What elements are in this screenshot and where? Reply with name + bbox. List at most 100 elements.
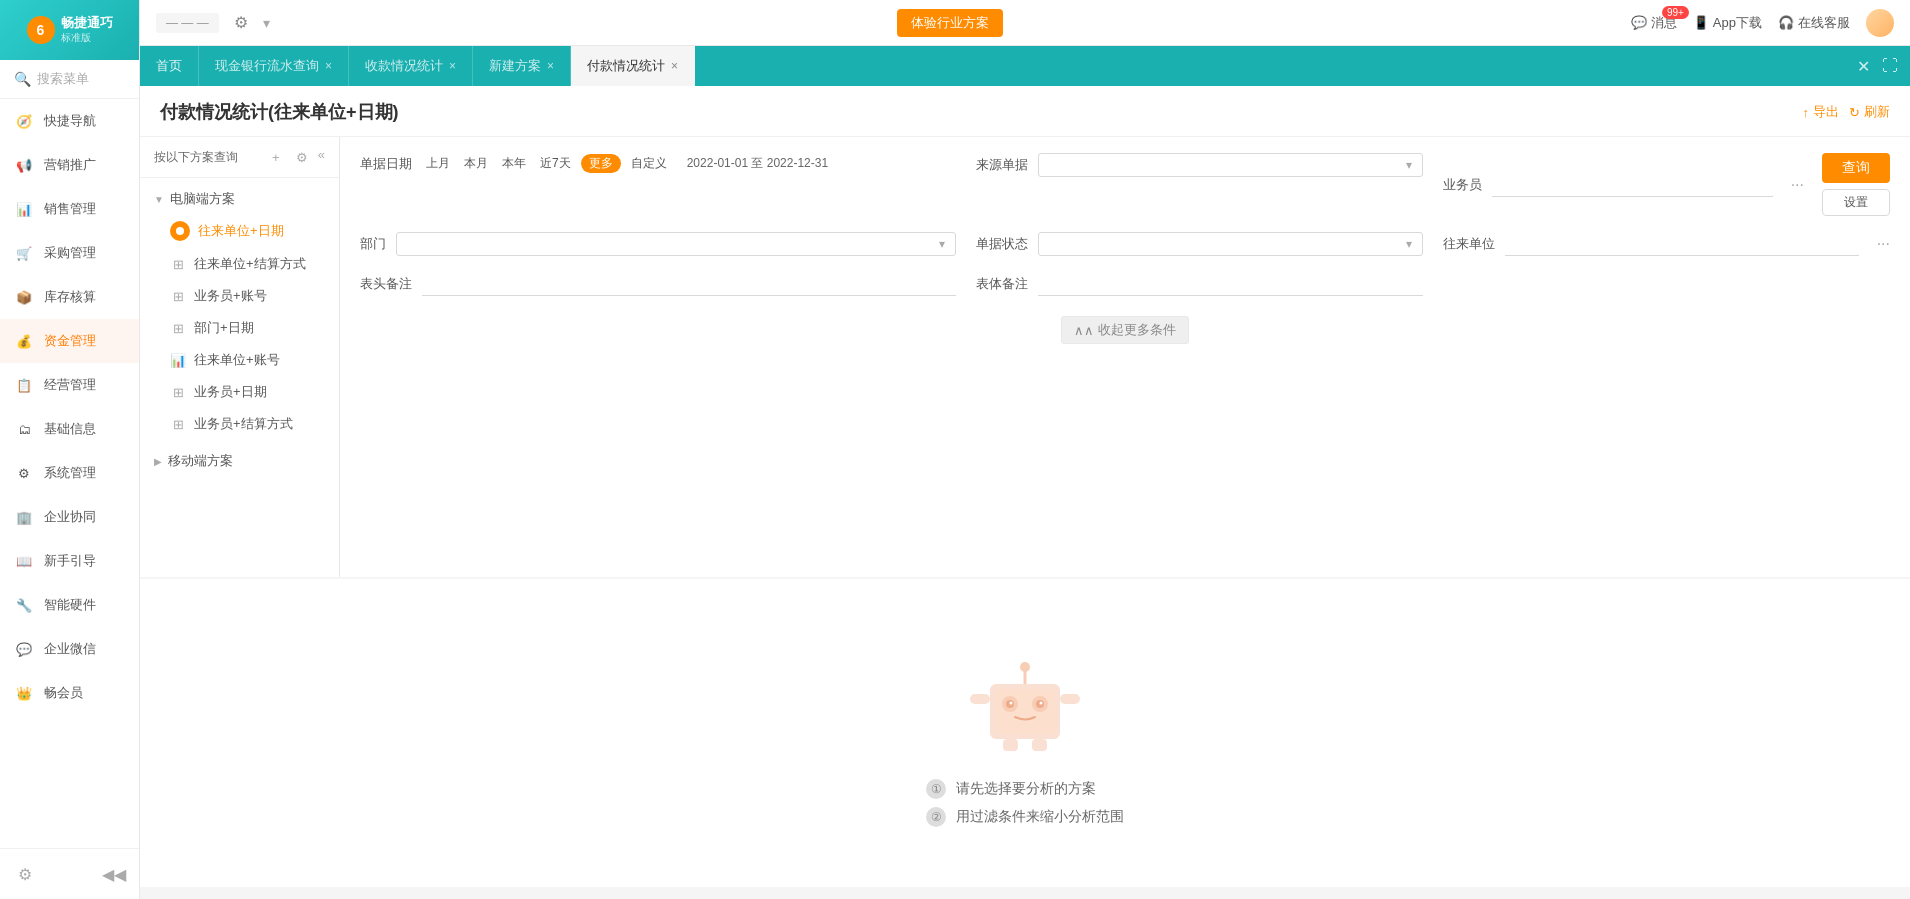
tab-receivable-close[interactable]: ×	[449, 60, 456, 72]
query-button[interactable]: 查询	[1822, 153, 1890, 183]
sidebar-item-system[interactable]: ⚙ 系统管理	[0, 451, 139, 495]
refresh-button[interactable]: ↻ 刷新	[1849, 103, 1890, 121]
scheme-add-button[interactable]: +	[266, 147, 286, 167]
body-note-input[interactable]	[1038, 272, 1423, 296]
collapse-sidebar-icon[interactable]: ◀◀	[99, 859, 129, 889]
sidebar-item-purchase[interactable]: 🛒 采购管理	[0, 231, 139, 275]
scheme-item-label: 往来单位+结算方式	[194, 255, 306, 273]
tab-payment-stat-close[interactable]: ×	[671, 60, 678, 72]
scheme-group-desktop-header[interactable]: ▼ 电脑端方案	[140, 184, 339, 214]
date-label: 单据日期	[360, 155, 412, 173]
sidebar-item-label: 畅会员	[44, 684, 83, 702]
app-download-button[interactable]: 📱 App下载	[1693, 14, 1762, 32]
tab-close-all-button[interactable]: ✕	[1853, 53, 1874, 80]
date-last-month[interactable]: 上月	[422, 153, 454, 174]
tab-receivable[interactable]: 收款情况统计 ×	[349, 46, 473, 86]
sidebar-search-item[interactable]: 🔍 搜索菜单	[0, 60, 139, 99]
mobile-group-header[interactable]: ▶ 移动端方案	[140, 446, 339, 476]
sidebar-item-guide[interactable]: 📖 新手引导	[0, 539, 139, 583]
scheme-item-unit-account[interactable]: 📊 往来单位+账号	[140, 344, 339, 376]
sidebar-item-sales[interactable]: 📊 销售管理	[0, 187, 139, 231]
date-custom[interactable]: 自定义	[627, 153, 671, 174]
scheme-item-dept-date[interactable]: ⊞ 部门+日期	[140, 312, 339, 344]
doc-status-arrow: ▾	[1406, 237, 1412, 251]
sidebar-item-finance[interactable]: 💰 资金管理	[0, 319, 139, 363]
sales-icon: 📊	[14, 199, 34, 219]
tab-payment-stat[interactable]: 付款情况统计 ×	[571, 46, 695, 86]
tab-cash-flow-close[interactable]: ×	[325, 60, 332, 72]
topbar-chevron-icon[interactable]: ▾	[263, 15, 270, 31]
topbar-settings-icon[interactable]: ⚙	[227, 9, 255, 37]
sidebar-item-label: 营销推广	[44, 156, 96, 174]
related-unit-input[interactable]	[1505, 232, 1859, 256]
scheme-item-label: 往来单位+账号	[194, 351, 280, 369]
topbar-title-bar: — — —	[156, 13, 219, 33]
settings-bottom-icon[interactable]: ⚙	[10, 859, 40, 889]
sidebar-item-label: 销售管理	[44, 200, 96, 218]
service-icon: 🎧	[1778, 15, 1794, 30]
settings-button[interactable]: 设置	[1822, 189, 1890, 216]
scheme-table-icon: ⊞	[170, 256, 186, 272]
export-button[interactable]: ↑ 导出	[1803, 103, 1840, 121]
body-note-label: 表体备注	[976, 275, 1028, 293]
scheme-item-unit-settle[interactable]: ⊞ 往来单位+结算方式	[140, 248, 339, 280]
scheme-settings-button[interactable]: ⚙	[292, 147, 312, 167]
user-avatar[interactable]	[1866, 9, 1894, 37]
sidebar-item-inventory[interactable]: 📦 库存核算	[0, 275, 139, 319]
date-last-7[interactable]: 近7天	[536, 153, 575, 174]
tab-new-scheme-close[interactable]: ×	[547, 60, 554, 72]
page-header: 付款情况统计(往来单位+日期) ↑ 导出 ↻ 刷新	[140, 86, 1910, 137]
page-header-actions: ↑ 导出 ↻ 刷新	[1803, 103, 1891, 121]
staff-dots-icon[interactable]: ···	[1791, 176, 1804, 194]
doc-status-label: 单据状态	[976, 235, 1028, 253]
online-service-button[interactable]: 🎧 在线客服	[1778, 14, 1850, 32]
filter-staff-field: 业务员 ··· 查询 设置	[1443, 153, 1890, 216]
message-button[interactable]: 💬 消息 99+	[1631, 14, 1677, 32]
tab-expand-button[interactable]: ⛶	[1878, 53, 1902, 79]
tab-new-scheme[interactable]: 新建方案 ×	[473, 46, 571, 86]
dept-select[interactable]: ▾	[396, 232, 956, 256]
operations-icon: 📋	[14, 375, 34, 395]
scheme-table-icon: ⊞	[170, 320, 186, 336]
scheme-item-staff-settle[interactable]: ⊞ 业务员+结算方式	[140, 408, 339, 440]
tab-receivable-label: 收款情况统计	[365, 57, 443, 75]
sidebar-item-enterprise[interactable]: 🏢 企业协同	[0, 495, 139, 539]
scheme-item-label: 业务员+账号	[194, 287, 267, 305]
scheme-item-unit-date[interactable]: 往来单位+日期	[140, 214, 339, 248]
industry-scheme-button[interactable]: 体验行业方案	[897, 9, 1003, 37]
tab-cash-flow[interactable]: 现金银行流水查询 ×	[199, 46, 349, 86]
quick-nav-icon: 🧭	[14, 111, 34, 131]
svg-rect-12	[1003, 739, 1018, 751]
sidebar-item-basic-info[interactable]: 🗂 基础信息	[0, 407, 139, 451]
doc-status-dropdown: ▾	[1038, 232, 1423, 256]
header-note-input[interactable]	[422, 272, 956, 296]
scheme-item-staff-date[interactable]: ⊞ 业务员+日期	[140, 376, 339, 408]
sidebar-item-operations[interactable]: 📋 经营管理	[0, 363, 139, 407]
sidebar-item-label: 资金管理	[44, 332, 96, 350]
source-doc-select[interactable]: ▾	[1038, 153, 1423, 177]
scheme-table-icon: ⊞	[170, 288, 186, 304]
scheme-panel-icons: + ⚙ «	[266, 147, 325, 167]
related-unit-dots-icon[interactable]: ···	[1877, 235, 1890, 253]
sidebar-item-member[interactable]: 👑 畅会员	[0, 671, 139, 715]
svg-rect-8	[970, 694, 990, 704]
doc-status-select[interactable]: ▾	[1038, 232, 1423, 256]
date-this-month[interactable]: 本月	[460, 153, 492, 174]
empty-tip-1: ① 请先选择要分析的方案	[926, 779, 1124, 799]
tab-home[interactable]: 首页	[140, 46, 199, 86]
scheme-item-staff-account[interactable]: ⊞ 业务员+账号	[140, 280, 339, 312]
sidebar-item-hardware[interactable]: 🔧 智能硬件	[0, 583, 139, 627]
export-icon: ↑	[1803, 105, 1810, 120]
sidebar-item-quick-nav[interactable]: 🧭 快捷导航	[0, 99, 139, 143]
scheme-collapse-button[interactable]: «	[318, 147, 325, 167]
sidebar-item-wechat[interactable]: 💬 企业微信	[0, 627, 139, 671]
sidebar-item-marketing[interactable]: 📢 营销推广	[0, 143, 139, 187]
collapse-label: 收起更多条件	[1098, 321, 1176, 339]
date-this-year[interactable]: 本年	[498, 153, 530, 174]
staff-input[interactable]	[1492, 173, 1773, 197]
collapse-conditions-button[interactable]: ∧∧ 收起更多条件	[1061, 316, 1189, 344]
sidebar-bottom: ⚙ ◀◀	[0, 848, 139, 899]
date-more[interactable]: 更多	[581, 154, 621, 173]
topbar-right: 💬 消息 99+ 📱 App下载 🎧 在线客服	[1631, 9, 1894, 37]
filter-row-2: 部门 ▾ 单据状态	[360, 232, 1890, 256]
